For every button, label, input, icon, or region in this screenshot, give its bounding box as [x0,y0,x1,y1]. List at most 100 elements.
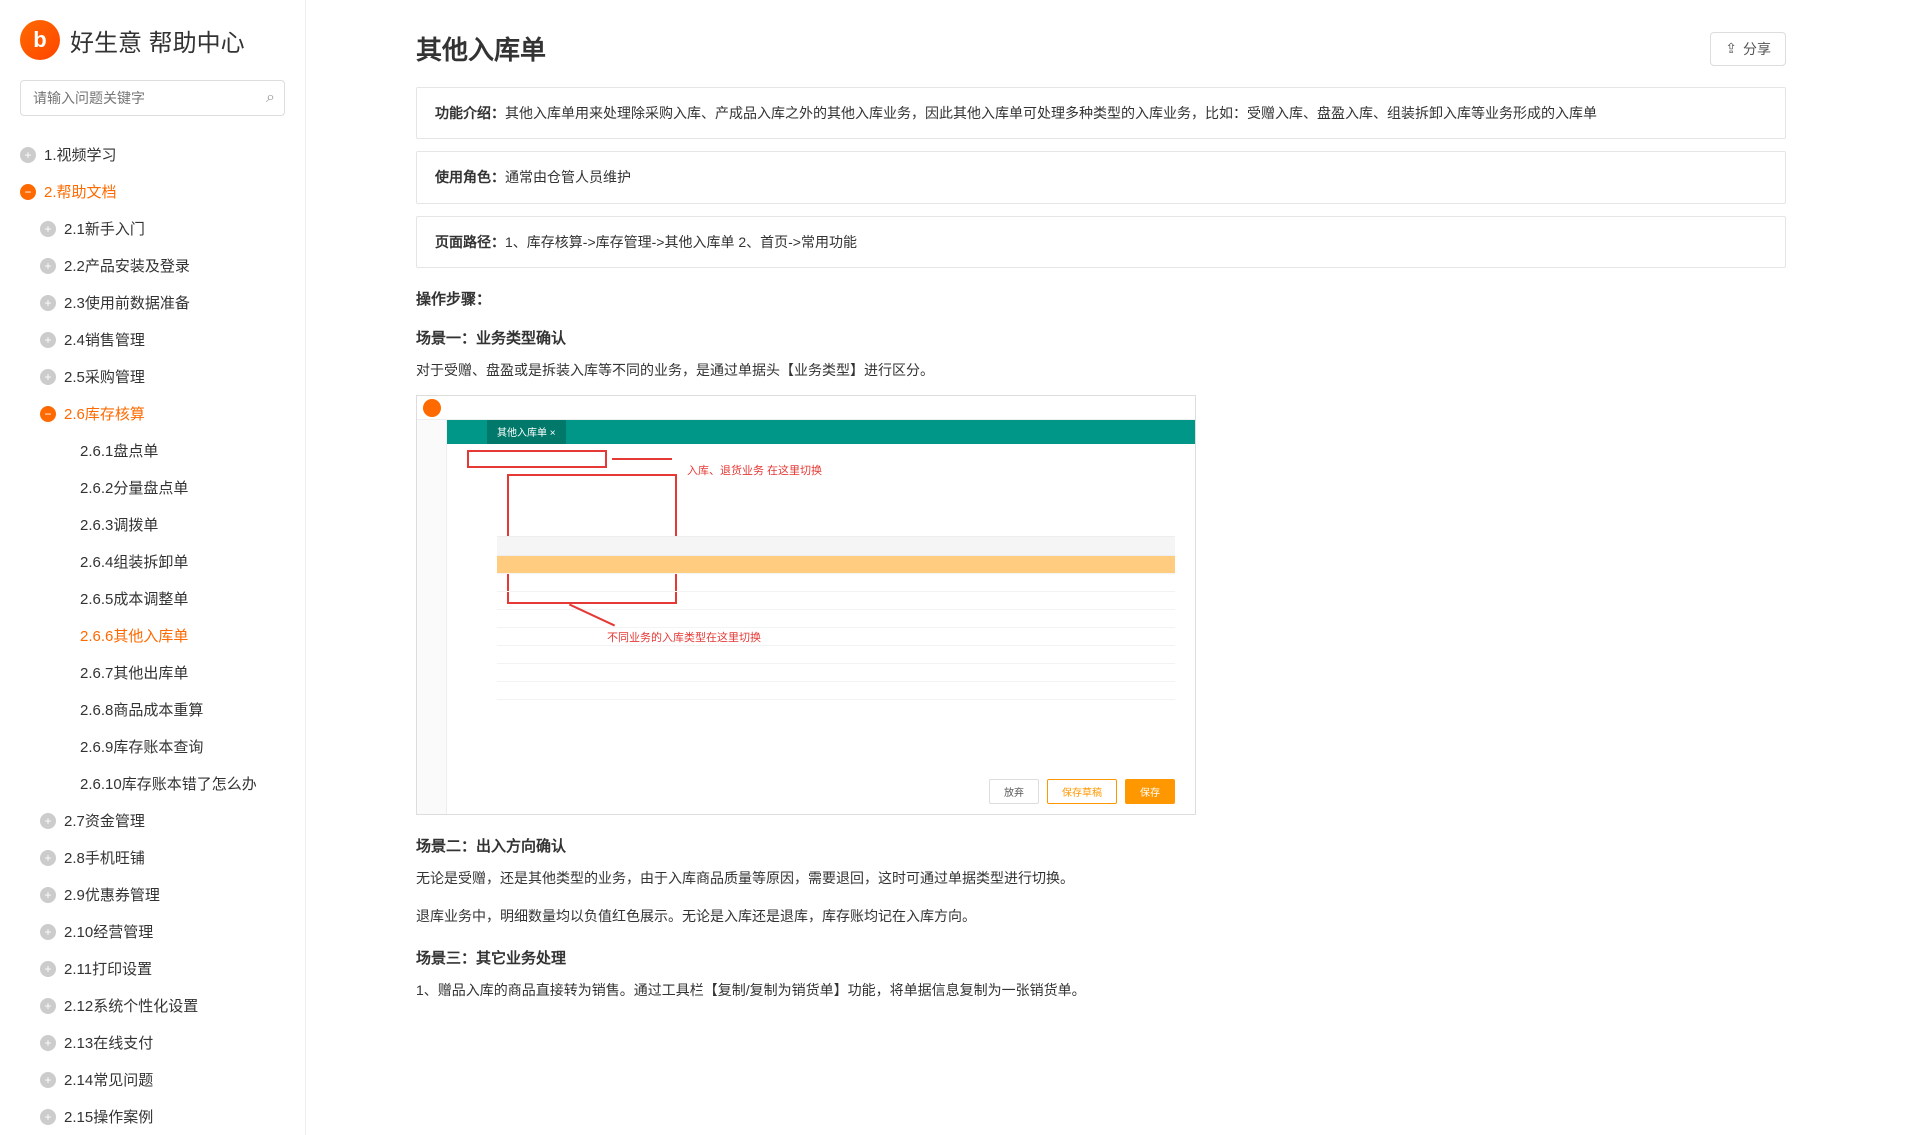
plus-icon[interactable]: + [40,813,56,829]
plus-icon[interactable]: + [40,1109,56,1125]
plus-icon[interactable]: + [40,258,56,274]
nav-item-22[interactable]: +2.11打印设置 [20,950,285,987]
plus-icon[interactable]: + [40,1072,56,1088]
nav-item-label: 2.6.10库存账本错了怎么办 [80,773,257,794]
plus-icon[interactable]: + [40,369,56,385]
scene2-text2: 退库业务中，明细数量均以负值红色展示。无论是入库还是退库，库存账均记在入库方向。 [416,904,1786,929]
nav-item-label: 2.11打印设置 [64,958,152,979]
nav-item-12[interactable]: 2.6.5成本调整单 [20,580,285,617]
sidebar: b 好生意 帮助中心 ⌕ +1.视频学习−2.帮助文档+2.1新手入门+2.2产… [0,0,306,1135]
main-content: 其他入库单 ⇪ 分享 功能介绍：其他入库单用来处理除采购入库、产成品入库之外的其… [306,0,1826,1135]
nav-item-label: 1.视频学习 [44,144,117,165]
intro-label: 功能介绍： [435,105,505,121]
scene2-title: 场景二：出入方向确认 [416,835,1786,856]
logo-icon: b [20,20,60,60]
nav-item-25[interactable]: +2.14常见问题 [20,1061,285,1098]
nav-item-19[interactable]: +2.8手机旺铺 [20,839,285,876]
search-icon[interactable]: ⌕ [266,89,275,107]
nav-item-21[interactable]: +2.10经营管理 [20,913,285,950]
role-box: 使用角色：通常由仓管人员维护 [416,151,1786,203]
plus-icon[interactable]: + [40,221,56,237]
nav-item-24[interactable]: +2.13在线支付 [20,1024,285,1061]
nav-item-6[interactable]: +2.5采购管理 [20,358,285,395]
minus-icon[interactable]: − [40,406,56,422]
plus-icon[interactable]: + [40,295,56,311]
plus-icon[interactable]: + [40,1035,56,1051]
steps-label: 操作步骤： [416,288,1786,309]
nav-item-16[interactable]: 2.6.9库存账本查询 [20,728,285,765]
plus-icon[interactable]: + [40,998,56,1014]
nav-item-label: 2.6.6其他入库单 [80,625,188,646]
nav-item-7[interactable]: −2.6库存核算 [20,395,285,432]
nav-item-26[interactable]: +2.15操作案例 [20,1098,285,1135]
scene3-text1: 1、赠品入库的商品直接转为销售。通过工具栏【复制/复制为销货单】功能，将单据信息… [416,978,1786,1003]
page-title: 其他入库单 [416,30,546,67]
path-label: 页面路径： [435,234,505,250]
ss-save-button: 保存 [1125,779,1175,804]
nav-item-1[interactable]: −2.帮助文档 [20,173,285,210]
nav-list: +1.视频学习−2.帮助文档+2.1新手入门+2.2产品安装及登录+2.3使用前… [20,136,285,1135]
nav-item-label: 2.7资金管理 [64,810,145,831]
plus-icon[interactable]: + [40,924,56,940]
nav-item-label: 2.6库存核算 [64,403,145,424]
ss-annotation-2: 不同业务的入库类型在这里切换 [607,629,761,645]
nav-item-label: 2.8手机旺铺 [64,847,145,868]
plus-icon[interactable]: + [40,850,56,866]
search-input[interactable] [20,80,285,116]
nav-item-20[interactable]: +2.9优惠券管理 [20,876,285,913]
nav-item-14[interactable]: 2.6.7其他出库单 [20,654,285,691]
plus-icon[interactable]: + [40,332,56,348]
nav-item-label: 2.3使用前数据准备 [64,292,190,313]
plus-icon[interactable]: + [40,961,56,977]
scene2-text1: 无论是受赠，还是其他类型的业务，由于入库商品质量等原因，需要退回，这时可通过单据… [416,866,1786,891]
plus-icon[interactable]: + [20,147,36,163]
nav-item-0[interactable]: +1.视频学习 [20,136,285,173]
nav-item-label: 2.6.5成本调整单 [80,588,188,609]
nav-item-2[interactable]: +2.1新手入门 [20,210,285,247]
nav-item-18[interactable]: +2.7资金管理 [20,802,285,839]
minus-icon[interactable]: − [20,184,36,200]
page-header: 其他入库单 ⇪ 分享 [416,30,1786,67]
nav-item-23[interactable]: +2.12系统个性化设置 [20,987,285,1024]
ss-tab-label: 其他入库单 × [487,420,566,444]
nav-item-label: 2.6.1盘点单 [80,440,158,461]
nav-item-label: 2.15操作案例 [64,1106,153,1127]
nav-item-label: 2.9优惠券管理 [64,884,160,905]
search-wrap: ⌕ [20,80,285,116]
nav-item-9[interactable]: 2.6.2分量盘点单 [20,469,285,506]
content-block: 操作步骤： 场景一：业务类型确认 对于受赠、盘盈或是拆装入库等不同的业务，是通过… [416,288,1786,1003]
nav-item-label: 2.14常见问题 [64,1069,153,1090]
scene1-title: 场景一：业务类型确认 [416,327,1786,348]
nav-item-11[interactable]: 2.6.4组装拆卸单 [20,543,285,580]
nav-item-label: 2.13在线支付 [64,1032,153,1053]
ss-draft-button: 保存草稿 [1047,779,1117,804]
nav-item-label: 2.6.9库存账本查询 [80,736,203,757]
nav-item-label: 2.6.3调拨单 [80,514,158,535]
nav-item-label: 2.5采购管理 [64,366,145,387]
nav-item-label: 2.6.2分量盘点单 [80,477,188,498]
plus-icon[interactable]: + [40,887,56,903]
nav-item-label: 2.6.4组装拆卸单 [80,551,188,572]
nav-item-label: 2.6.7其他出库单 [80,662,188,683]
scene1-text: 对于受赠、盘盈或是拆装入库等不同的业务，是通过单据头【业务类型】进行区分。 [416,358,1786,383]
nav-item-3[interactable]: +2.2产品安装及登录 [20,247,285,284]
nav-item-8[interactable]: 2.6.1盘点单 [20,432,285,469]
nav-item-5[interactable]: +2.4销售管理 [20,321,285,358]
nav-item-label: 2.1新手入门 [64,218,145,239]
nav-item-10[interactable]: 2.6.3调拨单 [20,506,285,543]
nav-item-4[interactable]: +2.3使用前数据准备 [20,284,285,321]
share-label: 分享 [1743,39,1771,59]
nav-item-label: 2.2产品安装及登录 [64,255,190,276]
role-text: 通常由仓管人员维护 [505,169,631,185]
path-box: 页面路径：1、库存核算->库存管理->其他入库单 2、首页->常用功能 [416,216,1786,268]
role-label: 使用角色： [435,169,505,185]
site-logo-row: b 好生意 帮助中心 [20,20,285,60]
intro-text: 其他入库单用来处理除采购入库、产成品入库之外的其他入库业务，因此其他入库单可处理… [505,105,1597,121]
share-button[interactable]: ⇪ 分享 [1710,32,1786,66]
nav-item-label: 2.帮助文档 [44,181,117,202]
embedded-screenshot: 其他入库单 × 入库、退货业务 在这里切换 [416,395,1196,815]
nav-item-label: 2.12系统个性化设置 [64,995,198,1016]
nav-item-15[interactable]: 2.6.8商品成本重算 [20,691,285,728]
nav-item-13[interactable]: 2.6.6其他入库单 [20,617,285,654]
nav-item-17[interactable]: 2.6.10库存账本错了怎么办 [20,765,285,802]
